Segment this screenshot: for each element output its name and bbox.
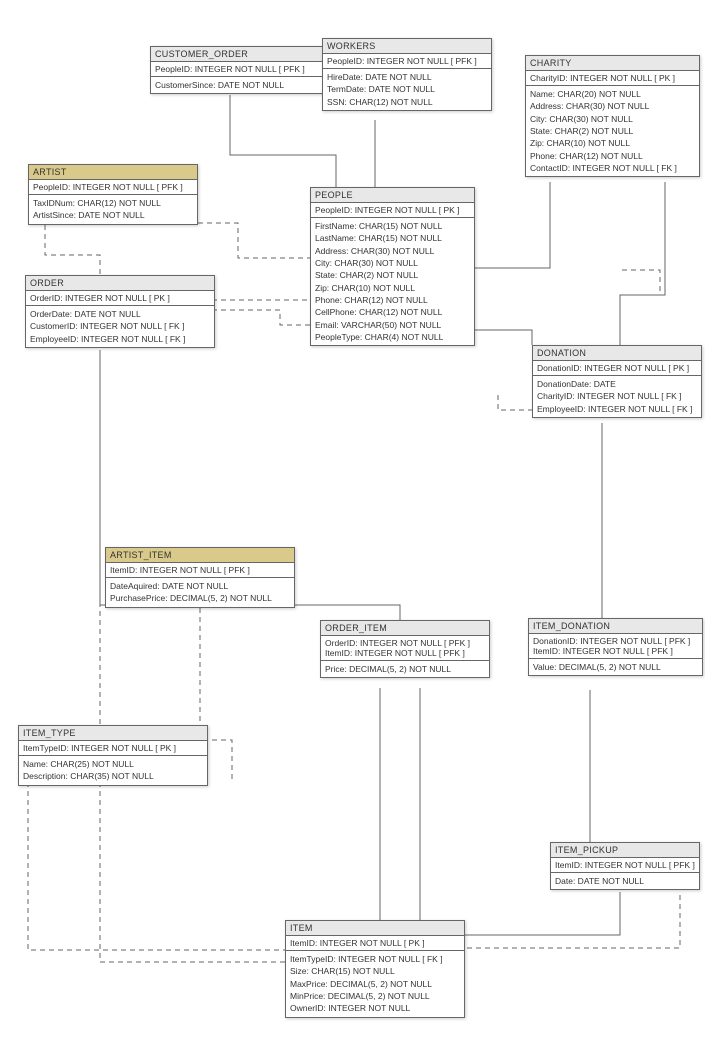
attr-field: Phone: CHAR(12) NOT NULL [315,294,470,306]
entity-title: CHARITY [526,56,699,71]
attr-field: Name: CHAR(20) NOT NULL [530,88,695,100]
entity-artist: ARTIST PeopleID: INTEGER NOT NULL [ PFK … [28,164,198,225]
attr-field: LastName: CHAR(15) NOT NULL [315,232,470,244]
attr-field: Size: CHAR(15) NOT NULL [290,965,460,977]
attr-field: ContactID: INTEGER NOT NULL [ FK ] [530,162,695,174]
pk-field: ItemID: INTEGER NOT NULL [ PK ] [290,938,460,948]
entity-title: ORDER_ITEM [321,621,489,636]
attr-field: CustomerID: INTEGER NOT NULL [ FK ] [30,320,210,332]
entity-title: ITEM_PICKUP [551,843,699,858]
attr-field: Zip: CHAR(10) NOT NULL [530,137,695,149]
attr-field: PeopleType: CHAR(4) NOT NULL [315,331,470,343]
attr-field: EmployeeID: INTEGER NOT NULL [ FK ] [537,403,697,415]
entity-charity: CHARITY CharityID: INTEGER NOT NULL [ PK… [525,55,700,177]
attr-field: State: CHAR(2) NOT NULL [315,269,470,281]
pk-field: OrderID: INTEGER NOT NULL [ PK ] [30,293,210,303]
entity-title: WORKERS [323,39,491,54]
attr-field: PurchasePrice: DECIMAL(5, 2) NOT NULL [110,592,290,604]
pk-field: PeopleID: INTEGER NOT NULL [ PK ] [315,205,470,215]
pk-field: DonationID: INTEGER NOT NULL [ PK ] [537,363,697,373]
entity-title: PEOPLE [311,188,474,203]
entity-order: ORDER OrderID: INTEGER NOT NULL [ PK ] O… [25,275,215,348]
entity-title: ITEM_DONATION [529,619,702,634]
attr-field: CustomerSince: DATE NOT NULL [155,79,325,91]
attr-field: ArtistSince: DATE NOT NULL [33,209,193,221]
entity-donation: DONATION DonationID: INTEGER NOT NULL [ … [532,345,702,418]
entity-title: ITEM_TYPE [19,726,207,741]
entity-item-type: ITEM_TYPE ItemTypeID: INTEGER NOT NULL [… [18,725,208,786]
entity-item-pickup: ITEM_PICKUP ItemID: INTEGER NOT NULL [ P… [550,842,700,890]
entity-workers: WORKERS PeopleID: INTEGER NOT NULL [ PFK… [322,38,492,111]
attr-field: TaxIDNum: CHAR(12) NOT NULL [33,197,193,209]
attr-field: OwnerID: INTEGER NOT NULL [290,1002,460,1014]
attr-field: Address: CHAR(30) NOT NULL [530,100,695,112]
attr-field: ItemTypeID: INTEGER NOT NULL [ FK ] [290,953,460,965]
attr-field: SSN: CHAR(12) NOT NULL [327,96,487,108]
attr-field: Email: VARCHAR(50) NOT NULL [315,319,470,331]
attr-field: MinPrice: DECIMAL(5, 2) NOT NULL [290,990,460,1002]
pk-field: OrderID: INTEGER NOT NULL [ PFK ] [325,638,485,648]
attr-field: Name: CHAR(25) NOT NULL [23,758,203,770]
attr-field: Price: DECIMAL(5, 2) NOT NULL [325,663,485,675]
pk-field: PeopleID: INTEGER NOT NULL [ PFK ] [33,182,193,192]
entity-title: DONATION [533,346,701,361]
entity-title: ORDER [26,276,214,291]
pk-field: ItemID: INTEGER NOT NULL [ PFK ] [325,648,485,658]
pk-field: ItemID: INTEGER NOT NULL [ PFK ] [555,860,695,870]
attr-field: State: CHAR(2) NOT NULL [530,125,695,137]
attr-field: Zip: CHAR(10) NOT NULL [315,282,470,294]
attr-field: DateAquired: DATE NOT NULL [110,580,290,592]
pk-field: PeopleID: INTEGER NOT NULL [ PFK ] [155,64,325,74]
attr-field: Description: CHAR(35) NOT NULL [23,770,203,782]
attr-field: Date: DATE NOT NULL [555,875,695,887]
pk-field: CharityID: INTEGER NOT NULL [ PK ] [530,73,695,83]
attr-field: FirstName: CHAR(15) NOT NULL [315,220,470,232]
pk-field: DonationID: INTEGER NOT NULL [ PFK ] [533,636,698,646]
attr-field: TermDate: DATE NOT NULL [327,83,487,95]
attr-field: MaxPrice: DECIMAL(5, 2) NOT NULL [290,978,460,990]
attr-field: City: CHAR(30) NOT NULL [315,257,470,269]
pk-field: PeopleID: INTEGER NOT NULL [ PFK ] [327,56,487,66]
attr-field: Value: DECIMAL(5, 2) NOT NULL [533,661,698,673]
entity-customer-order: CUSTOMER_ORDER PeopleID: INTEGER NOT NUL… [150,46,330,94]
attr-field: HireDate: DATE NOT NULL [327,71,487,83]
pk-field: ItemID: INTEGER NOT NULL [ PFK ] [533,646,698,656]
entity-title: ARTIST [29,165,197,180]
attr-field: City: CHAR(30) NOT NULL [530,113,695,125]
entity-item-donation: ITEM_DONATION DonationID: INTEGER NOT NU… [528,618,703,676]
attr-field: DonationDate: DATE [537,378,697,390]
pk-field: ItemID: INTEGER NOT NULL [ PFK ] [110,565,290,575]
attr-field: CharityID: INTEGER NOT NULL [ FK ] [537,390,697,402]
entity-artist-item: ARTIST_ITEM ItemID: INTEGER NOT NULL [ P… [105,547,295,608]
entity-people: PEOPLE PeopleID: INTEGER NOT NULL [ PK ]… [310,187,475,346]
entity-item: ITEM ItemID: INTEGER NOT NULL [ PK ] Ite… [285,920,465,1018]
entity-title: ITEM [286,921,464,936]
pk-field: ItemTypeID: INTEGER NOT NULL [ PK ] [23,743,203,753]
entity-title: CUSTOMER_ORDER [151,47,329,62]
attr-field: Address: CHAR(30) NOT NULL [315,245,470,257]
entity-order-item: ORDER_ITEM OrderID: INTEGER NOT NULL [ P… [320,620,490,678]
attr-field: CellPhone: CHAR(12) NOT NULL [315,306,470,318]
attr-field: OrderDate: DATE NOT NULL [30,308,210,320]
attr-field: Phone: CHAR(12) NOT NULL [530,150,695,162]
attr-field: EmployeeID: INTEGER NOT NULL [ FK ] [30,333,210,345]
entity-title: ARTIST_ITEM [106,548,294,563]
